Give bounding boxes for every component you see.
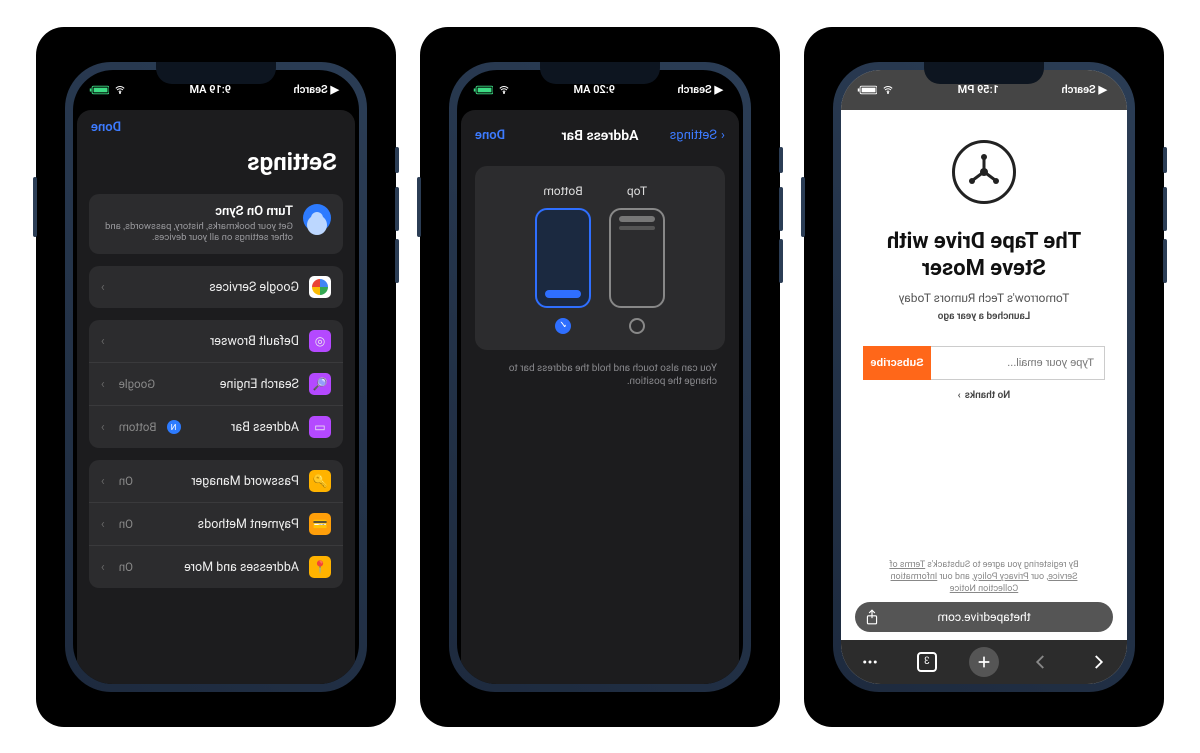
status-time: 9:20 AM xyxy=(573,83,615,96)
chevron-right-icon: › xyxy=(101,334,105,349)
preview-top-icon xyxy=(609,208,665,308)
compass-icon: ◎ xyxy=(309,330,331,352)
battery-icon xyxy=(857,85,877,95)
address-bar-row[interactable]: ▭ Address Bar N Bottom › xyxy=(89,405,343,448)
email-field[interactable] xyxy=(931,346,1105,380)
chevron-right-icon: › xyxy=(958,390,961,401)
pin-icon: 📍 xyxy=(309,556,331,578)
phone-frame-2: ◀ Search 9:20 AM ‹ Settings Address Bar xyxy=(420,27,780,727)
option-label: Top xyxy=(627,184,647,198)
chevron-right-icon: › xyxy=(101,517,105,532)
tabs-button[interactable]: 3 xyxy=(911,646,943,678)
chevron-right-icon: › xyxy=(101,560,105,575)
option-bottom[interactable]: Bottom ✓ xyxy=(535,184,591,334)
key-icon: 🔑 xyxy=(309,470,331,492)
new-badge-icon: N xyxy=(167,420,181,434)
row-value: On xyxy=(119,560,133,574)
status-time: 9:19 AM xyxy=(189,83,231,96)
chevron-right-icon: › xyxy=(101,280,105,295)
subscribe-button[interactable]: Subscribe xyxy=(863,346,931,380)
nav-bar: ‹ Settings Address Bar Done xyxy=(461,116,739,156)
privacy-link[interactable]: Privacy Policy xyxy=(974,572,1029,582)
avatar-icon xyxy=(303,204,331,232)
address-bar-position-card: Top Bottom ✓ xyxy=(475,166,725,350)
row-value: On xyxy=(119,517,133,531)
status-time: 1:59 PM xyxy=(958,83,999,96)
sync-title: Turn On Sync xyxy=(101,204,293,219)
wifi-icon xyxy=(497,85,511,95)
share-icon[interactable] xyxy=(865,609,879,625)
chevron-right-icon: › xyxy=(101,377,105,392)
row-value: Bottom xyxy=(119,420,157,434)
card-icon: 💳 xyxy=(309,513,331,535)
nav-title: Address Bar xyxy=(562,128,639,144)
page-meta: Launched a year ago xyxy=(938,311,1031,322)
wifi-icon xyxy=(113,85,127,95)
payment-methods-row[interactable]: 💳 Payment Methods On › xyxy=(89,502,343,545)
address-bar[interactable]: thetapedrive.com xyxy=(855,602,1113,632)
address-bar-icon: ▭ xyxy=(309,416,331,438)
preview-bottom-icon xyxy=(535,208,591,308)
webpage-content: The Tape Drive with Steve Moser Tomorrow… xyxy=(841,110,1127,602)
hint-text: You can also touch and hold the address … xyxy=(461,360,739,390)
search-icon: 🔍 xyxy=(309,373,331,395)
chevron-right-icon: › xyxy=(101,474,105,489)
search-engine-row[interactable]: 🔍 Search Engine Google › xyxy=(89,362,343,405)
google-icon xyxy=(309,276,331,298)
row-value: On xyxy=(119,474,133,488)
radio-selected-icon: ✓ xyxy=(555,318,571,334)
back-button[interactable] xyxy=(1082,646,1114,678)
battery-icon xyxy=(89,85,109,95)
password-manager-row[interactable]: 🔑 Password Manager On › xyxy=(89,460,343,502)
site-logo xyxy=(952,140,1016,204)
wifi-icon xyxy=(881,85,895,95)
phone-frame-1: ◀ Search 1:59 PM xyxy=(804,27,1164,727)
browser-toolbar: 3 xyxy=(841,640,1127,684)
phone-frame-3: ◀ Search 9:19 AM Done Settings Tu xyxy=(36,27,396,727)
row-value: Google xyxy=(119,377,155,391)
terms-text: By registering you agree to Substack's T… xyxy=(863,559,1105,595)
page-title: The Tape Drive with Steve Moser xyxy=(863,228,1105,283)
google-services-row[interactable]: Google Services › xyxy=(89,266,343,308)
status-back[interactable]: ◀ Search xyxy=(1062,83,1107,96)
status-back[interactable]: ◀ Search xyxy=(294,83,339,96)
chevron-right-icon: › xyxy=(101,420,105,435)
status-back[interactable]: ◀ Search xyxy=(678,83,723,96)
option-top[interactable]: Top xyxy=(609,184,665,334)
option-label: Bottom xyxy=(543,184,582,198)
settings-title: Settings xyxy=(77,144,355,188)
sync-row[interactable]: Turn On Sync Get your bookmarks, history… xyxy=(89,194,343,255)
done-button[interactable]: Done xyxy=(475,128,505,143)
menu-button[interactable] xyxy=(854,646,886,678)
default-browser-row[interactable]: ◎ Default Browser › xyxy=(89,320,343,362)
forward-button[interactable] xyxy=(1025,646,1057,678)
sync-subtitle: Get your bookmarks, history, passwords, … xyxy=(103,221,293,245)
new-tab-button[interactable] xyxy=(968,646,1000,678)
url-text: thetapedrive.com xyxy=(937,610,1030,624)
back-button[interactable]: ‹ Settings xyxy=(670,128,725,143)
done-button[interactable]: Done xyxy=(91,120,121,140)
radio-unselected-icon xyxy=(629,318,645,334)
page-subtitle: Tomorrow's Tech Rumors Today xyxy=(899,291,1070,305)
addresses-row[interactable]: 📍 Addresses and More On › xyxy=(89,545,343,588)
no-thanks-link[interactable]: No thanks › xyxy=(958,390,1011,401)
battery-icon xyxy=(473,85,493,95)
chevron-left-icon: ‹ xyxy=(721,128,725,143)
